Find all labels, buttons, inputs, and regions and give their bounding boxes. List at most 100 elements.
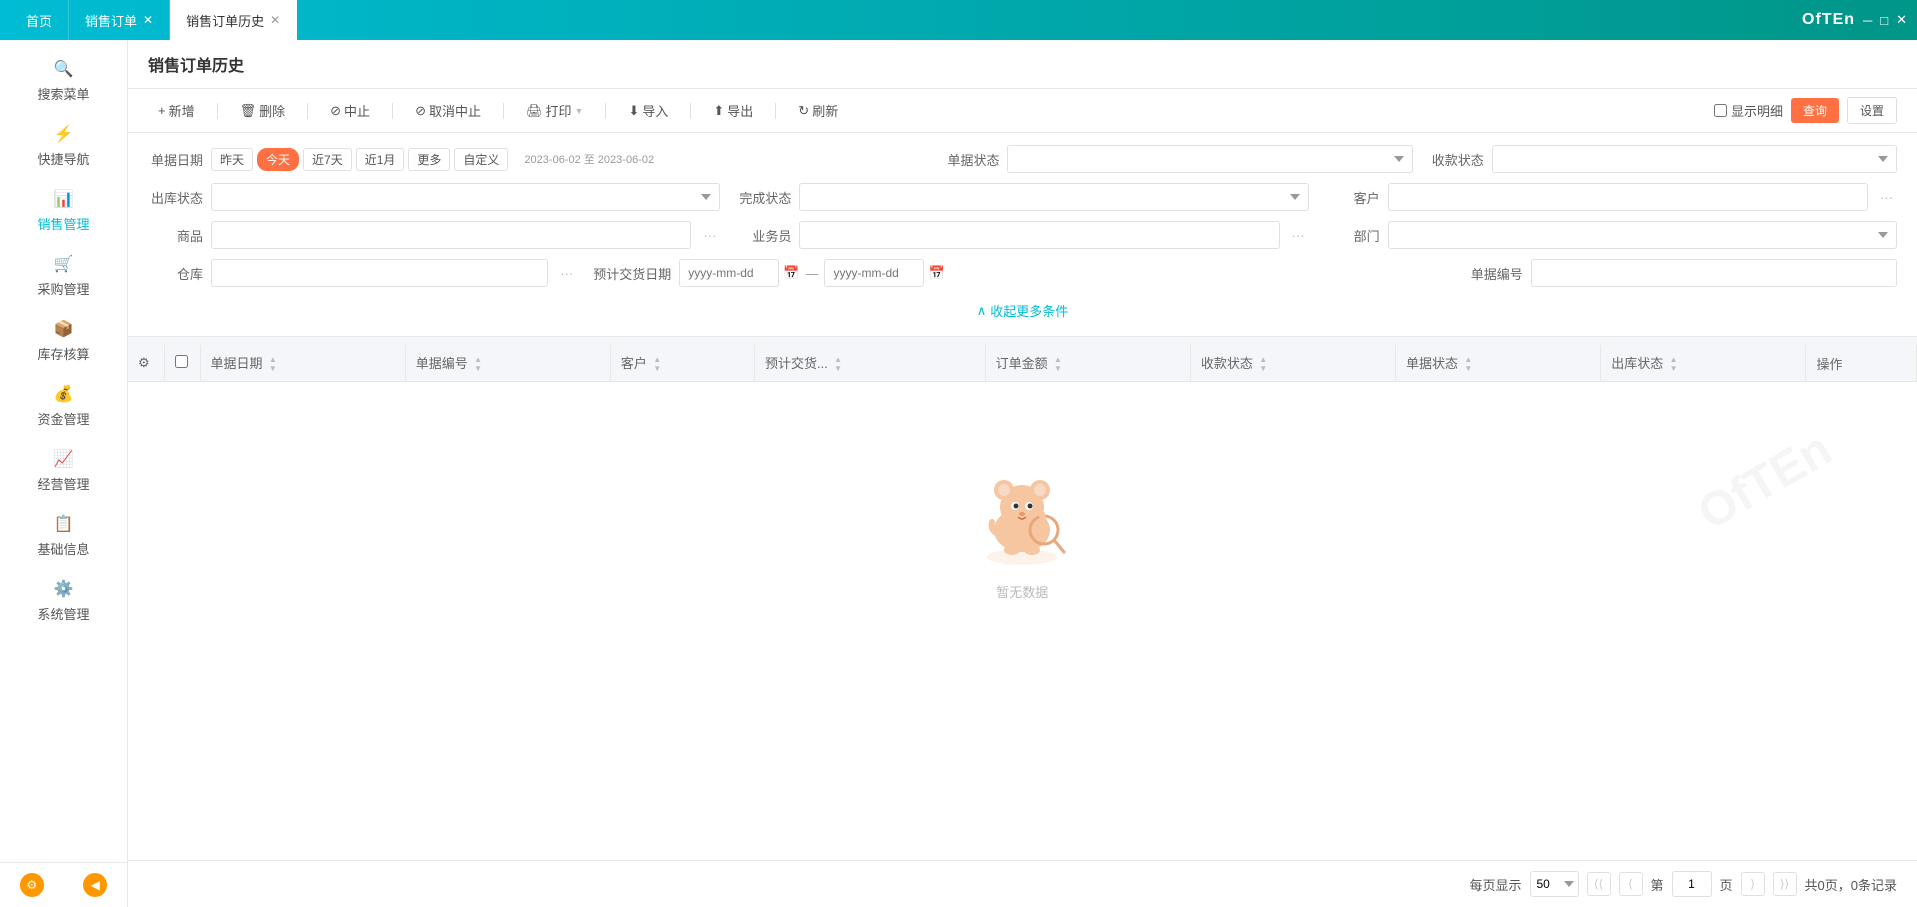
first-page-btn[interactable]: ⟨⟨ xyxy=(1587,872,1611,896)
divider-4 xyxy=(503,103,504,119)
last-page-btn[interactable]: ⟩⟩ xyxy=(1773,872,1797,896)
select-all-checkbox[interactable] xyxy=(175,355,188,368)
delivery-date-to[interactable] xyxy=(824,259,924,287)
th-order-amount[interactable]: 订单金额 ▲ ▼ xyxy=(985,345,1190,382)
date-btn-7days[interactable]: 近7天 xyxy=(303,148,352,171)
tab-sales-order[interactable]: 销售订单 ✕ xyxy=(69,0,170,40)
tab-sales-order-label: 销售订单 xyxy=(85,11,137,30)
department-label: 部门 xyxy=(1325,226,1380,245)
page-number-input[interactable] xyxy=(1672,871,1712,897)
date-cal-from-icon[interactable]: 📅 xyxy=(783,265,799,281)
th-outbound-status-label: 出库状态 xyxy=(1611,356,1663,371)
warehouse-dots[interactable]: ··· xyxy=(556,266,577,281)
department-select[interactable] xyxy=(1388,221,1897,249)
collapse-label: 收起更多条件 xyxy=(990,301,1068,320)
display-dense-toggle[interactable]: 显示明细 xyxy=(1714,101,1783,120)
salesperson-input[interactable] xyxy=(799,221,1279,249)
tab-sales-order-history-label: 销售订单历史 xyxy=(186,11,264,30)
customer-dots[interactable]: ··· xyxy=(1876,190,1897,205)
delete-button[interactable]: 🗑 删除 xyxy=(230,97,296,124)
goods-dots[interactable]: ··· xyxy=(699,228,720,243)
print-button[interactable]: 🖨 打印 ▼ xyxy=(516,97,593,124)
cancel-stop-button[interactable]: ⊘ 取消中止 xyxy=(405,97,491,124)
filter-row-1: 单据日期 昨天 今天 近7天 近1月 更多 自定义 2023-06-02 至 2… xyxy=(148,145,1897,173)
th-order-status-label: 单据状态 xyxy=(1406,356,1458,371)
date-btn-today[interactable]: 今天 xyxy=(257,148,299,171)
next-page-btn[interactable]: ⟩ xyxy=(1741,872,1765,896)
sidebar: 🔍 搜索菜单 ⚡ 快捷导航 📊 销售管理 🛒 采购管理 📦 库存核算 💰 资金管… xyxy=(0,40,128,907)
display-dense-checkbox[interactable] xyxy=(1714,104,1727,117)
sidebar-item-operation-mgmt[interactable]: 📈 经营管理 xyxy=(0,438,127,503)
sidebar-item-search-menu[interactable]: 🔍 搜索菜单 xyxy=(0,48,127,113)
salesperson-dots[interactable]: ··· xyxy=(1288,228,1309,243)
filter-row-4: 仓库 ··· 预计交货日期 📅 — 📅 单据编号 xyxy=(148,259,1897,287)
refresh-button[interactable]: ↻ 刷新 xyxy=(788,97,848,124)
sidebar-item-system-mgmt[interactable]: ⚙️ 系统管理 xyxy=(0,568,127,633)
sidebar-item-sales-mgmt[interactable]: 📊 销售管理 xyxy=(0,178,127,243)
cancel-stop-label: 取消中止 xyxy=(429,101,481,120)
th-checkbox[interactable] xyxy=(164,345,200,382)
order-status-select[interactable] xyxy=(1007,145,1412,173)
window-maximize[interactable]: □ xyxy=(1880,13,1888,28)
sidebar-item-purchase-mgmt-label: 采购管理 xyxy=(37,279,89,298)
settings-icon[interactable]: ⚙ xyxy=(138,355,150,370)
tab-sales-order-history-close[interactable]: ✕ xyxy=(270,13,280,27)
filter-date: 单据日期 昨天 今天 近7天 近1月 更多 自定义 2023-06-02 至 2… xyxy=(148,148,928,171)
warehouse-input[interactable] xyxy=(211,259,548,287)
payment-status-select[interactable] xyxy=(1492,145,1897,173)
th-customer[interactable]: 客户 ▲ ▼ xyxy=(610,345,754,382)
query-button[interactable]: 查询 xyxy=(1791,98,1839,123)
complete-status-label: 完成状态 xyxy=(736,188,791,207)
date-btn-1month[interactable]: 近1月 xyxy=(356,148,405,171)
window-close[interactable]: ✕ xyxy=(1896,12,1907,28)
customer-input[interactable] xyxy=(1388,183,1868,211)
export-button[interactable]: ⬆ 导出 xyxy=(703,97,763,124)
sidebar-item-inventory[interactable]: 📦 库存核算 xyxy=(0,308,127,373)
top-bar-right: OfTEn ─ □ ✕ xyxy=(1802,11,1907,29)
th-expected-delivery[interactable]: 预计交货... ▲ ▼ xyxy=(754,345,985,382)
date-range-display: 2023-06-02 至 2023-06-02 xyxy=(524,151,654,167)
delete-icon: 🗑 xyxy=(240,103,257,119)
date-btn-more[interactable]: 更多 xyxy=(408,148,450,171)
payment-status-label: 收款状态 xyxy=(1429,150,1484,169)
date-btn-custom[interactable]: 自定义 xyxy=(454,148,508,171)
th-order-date[interactable]: 单据日期 ▲ ▼ xyxy=(200,345,405,382)
th-outbound-status[interactable]: 出库状态 ▲ ▼ xyxy=(1601,345,1806,382)
goods-input[interactable] xyxy=(211,221,691,249)
table-header-row: ⚙ 单据日期 ▲ ▼ 单据编号 xyxy=(128,345,1917,382)
tab-home[interactable]: 首页 xyxy=(10,0,69,40)
collapse-row[interactable]: ∧ 收起更多条件 xyxy=(148,297,1897,324)
sidebar-item-capital-mgmt[interactable]: 💰 资金管理 xyxy=(0,373,127,438)
sidebar-item-purchase-mgmt[interactable]: 🛒 采购管理 xyxy=(0,243,127,308)
th-order-number[interactable]: 单据编号 ▲ ▼ xyxy=(405,345,610,382)
date-range-text: 2023-06-02 至 2023-06-02 xyxy=(524,151,654,167)
sidebar-settings-icon[interactable]: ⚙ xyxy=(20,873,44,897)
window-minimize[interactable]: ─ xyxy=(1863,13,1872,28)
per-page-select[interactable]: 50 10 20 100 xyxy=(1530,871,1579,897)
outbound-status-select[interactable] xyxy=(211,183,720,211)
tab-sales-order-history[interactable]: 销售订单历史 ✕ xyxy=(170,0,297,40)
date-btn-yesterday[interactable]: 昨天 xyxy=(211,148,253,171)
inventory-icon: 📦 xyxy=(53,318,75,340)
date-cal-to-icon[interactable]: 📅 xyxy=(928,265,944,281)
order-number-input[interactable] xyxy=(1531,259,1897,287)
customer-label: 客户 xyxy=(1325,188,1380,207)
import-button[interactable]: ⬇ 导入 xyxy=(618,97,678,124)
settings-button[interactable]: 设置 xyxy=(1847,97,1897,124)
th-settings[interactable]: ⚙ xyxy=(128,345,164,382)
th-payment-status[interactable]: 收款状态 ▲ ▼ xyxy=(1190,345,1395,382)
th-order-status[interactable]: 单据状态 ▲ ▼ xyxy=(1396,345,1601,382)
filter-order-status: 单据状态 xyxy=(944,145,1412,173)
stop-button[interactable]: ⊘ 中止 xyxy=(320,97,380,124)
display-dense-label: 显示明细 xyxy=(1731,101,1783,120)
delivery-date-from[interactable] xyxy=(679,259,779,287)
sidebar-item-basic-info[interactable]: 📋 基础信息 xyxy=(0,503,127,568)
sidebar-collapse-icon[interactable]: ◀ xyxy=(83,873,107,897)
prev-page-btn[interactable]: ⟨ xyxy=(1619,872,1643,896)
table-head: ⚙ 单据日期 ▲ ▼ 单据编号 xyxy=(128,345,1917,382)
sidebar-item-quick-nav[interactable]: ⚡ 快捷导航 xyxy=(0,113,127,178)
complete-status-select[interactable] xyxy=(799,183,1308,211)
tab-sales-order-close[interactable]: ✕ xyxy=(143,13,153,27)
th-payment-status-label: 收款状态 xyxy=(1201,356,1253,371)
new-button[interactable]: + 新增 xyxy=(148,97,205,124)
